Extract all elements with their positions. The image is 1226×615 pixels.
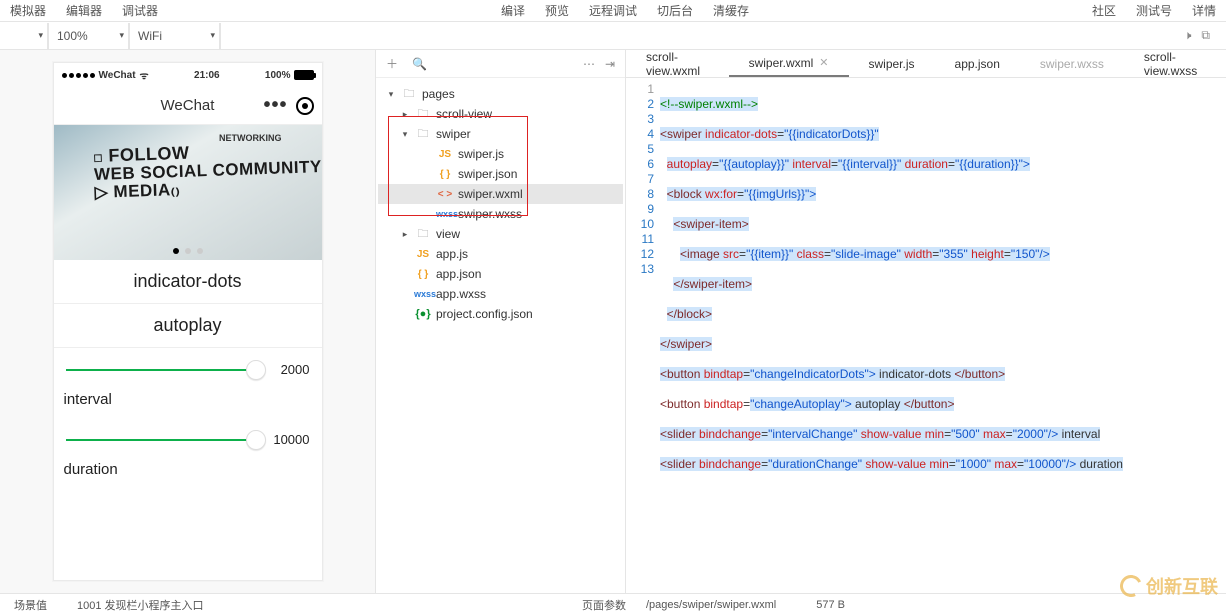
more-icon[interactable]: ••• bbox=[263, 94, 287, 117]
tab-scroll-view-wxss[interactable]: scroll-view.wxss bbox=[1124, 50, 1226, 77]
tab-scroll-view-wxml[interactable]: scroll-view.wxml bbox=[626, 50, 729, 77]
file-app-json[interactable]: { }app.json bbox=[378, 264, 623, 284]
interval-value: 2000 bbox=[268, 362, 310, 377]
interval-slider[interactable] bbox=[66, 369, 256, 371]
status-bar: 场景值 1001 发现栏小程序主入口 页面参数 /pages/swiper/sw… bbox=[0, 593, 1226, 615]
folder-pages[interactable]: ▾🗀pages bbox=[378, 84, 623, 104]
brand-watermark: 创新互联 bbox=[1120, 573, 1218, 599]
battery-pct: 100% bbox=[265, 70, 291, 81]
app-header: WeChat ••• bbox=[54, 87, 322, 125]
code-editor[interactable]: 12345678910111213 <!--swiper.wxml--> <sw… bbox=[626, 78, 1226, 593]
file-path: /pages/swiper/swiper.wxml bbox=[646, 599, 776, 611]
menu-test-account[interactable]: 测试号 bbox=[1136, 2, 1172, 19]
battery-icon bbox=[294, 70, 314, 80]
file-swiper-wxss[interactable]: wxssswiper.wxss bbox=[378, 204, 623, 224]
duration-label: duration bbox=[54, 453, 322, 488]
file-app-wxss[interactable]: wxssapp.wxss bbox=[378, 284, 623, 304]
detach-icon[interactable]: ⧉ bbox=[1201, 28, 1210, 43]
tab-swiper-wxss[interactable]: swiper.wxss bbox=[1020, 50, 1124, 77]
wifi-icon: ᯤ bbox=[140, 68, 149, 82]
folder-swiper[interactable]: ▾🗀swiper bbox=[378, 124, 623, 144]
editor-tabs: scroll-view.wxml swiper.wxml✕ swiper.js … bbox=[626, 50, 1226, 78]
file-swiper-json[interactable]: { }swiper.json bbox=[378, 164, 623, 184]
menu-clear-cache[interactable]: 清缓存 bbox=[713, 2, 749, 19]
file-project-config[interactable]: {●}project.config.json bbox=[378, 304, 623, 324]
tab-app-json[interactable]: app.json bbox=[935, 50, 1020, 77]
phone-frame: WeChat ᯤ 21:06 100% WeChat ••• bbox=[53, 62, 323, 581]
menu-remote-debug[interactable]: 远程调试 bbox=[589, 2, 637, 19]
interval-label: interval bbox=[54, 383, 322, 418]
file-tree-panel: ＋ 🔍 ⋯ ⇥ ▾🗀pages ▸🗀scroll-view ▾🗀swiper J… bbox=[376, 50, 626, 593]
page-params-label: 页面参数 bbox=[376, 597, 636, 613]
folder-scroll-view[interactable]: ▸🗀scroll-view bbox=[378, 104, 623, 124]
swiper-preview[interactable]: ☐ FOLLOW WEB SOCIAL COMMUNITY ▷ MEDIA₍₎ … bbox=[54, 125, 322, 260]
scene-label: 场景值 bbox=[14, 597, 47, 613]
folder-view[interactable]: ▸🗀view bbox=[378, 224, 623, 244]
swiper-indicator bbox=[54, 248, 322, 254]
device-select[interactable] bbox=[0, 23, 48, 49]
clock-label: 21:06 bbox=[149, 70, 265, 81]
menu-compile[interactable]: 编译 bbox=[501, 2, 525, 19]
toolbar: ▾ 100%▾ WiFi▾ 🕨 ⧉ bbox=[0, 22, 1226, 50]
tab-swiper-js[interactable]: swiper.js bbox=[849, 50, 935, 77]
scene-value: 1001 发现栏小程序主入口 bbox=[77, 597, 204, 613]
duration-value: 10000 bbox=[268, 432, 310, 447]
simulator-panel: WeChat ᯤ 21:06 100% WeChat ••• bbox=[0, 50, 376, 593]
menu-editor[interactable]: 编辑器 bbox=[66, 2, 102, 19]
file-swiper-js[interactable]: JSswiper.js bbox=[378, 144, 623, 164]
menu-details[interactable]: 详情 bbox=[1192, 2, 1216, 19]
file-app-js[interactable]: JSapp.js bbox=[378, 244, 623, 264]
main-menu-bar: 模拟器 编辑器 调试器 编译 预览 远程调试 切后台 清缓存 社区 测试号 详情 bbox=[0, 0, 1226, 22]
menu-background[interactable]: 切后台 bbox=[657, 2, 693, 19]
file-swiper-wxml[interactable]: < >swiper.wxml bbox=[378, 184, 623, 204]
add-file-icon[interactable]: ＋ bbox=[386, 55, 398, 72]
close-icon[interactable]: ✕ bbox=[819, 56, 828, 69]
menu-debugger[interactable]: 调试器 bbox=[122, 2, 158, 19]
carrier-label: WeChat bbox=[99, 70, 136, 81]
collapse-icon[interactable]: ⇥ bbox=[605, 57, 615, 71]
search-icon[interactable]: 🔍 bbox=[412, 57, 427, 71]
menu-simulator[interactable]: 模拟器 bbox=[10, 2, 46, 19]
zoom-select[interactable]: 100% bbox=[49, 23, 129, 49]
close-capsule-icon[interactable] bbox=[296, 97, 314, 115]
menu-community[interactable]: 社区 bbox=[1092, 2, 1116, 19]
indicator-dots-button[interactable]: indicator-dots bbox=[54, 260, 322, 304]
network-select[interactable]: WiFi bbox=[130, 23, 220, 49]
file-size: 577 B bbox=[816, 599, 845, 611]
duration-slider[interactable] bbox=[66, 439, 256, 441]
phone-status-bar: WeChat ᯤ 21:06 100% bbox=[54, 63, 322, 87]
tab-swiper-wxml[interactable]: swiper.wxml✕ bbox=[729, 50, 849, 77]
more-icon[interactable]: ⋯ bbox=[583, 57, 595, 71]
mute-icon[interactable]: 🕨 bbox=[1184, 28, 1192, 43]
autoplay-button[interactable]: autoplay bbox=[54, 304, 322, 348]
menu-preview[interactable]: 预览 bbox=[545, 2, 569, 19]
app-title: WeChat bbox=[161, 97, 215, 114]
editor-panel: scroll-view.wxml swiper.wxml✕ swiper.js … bbox=[626, 50, 1226, 593]
